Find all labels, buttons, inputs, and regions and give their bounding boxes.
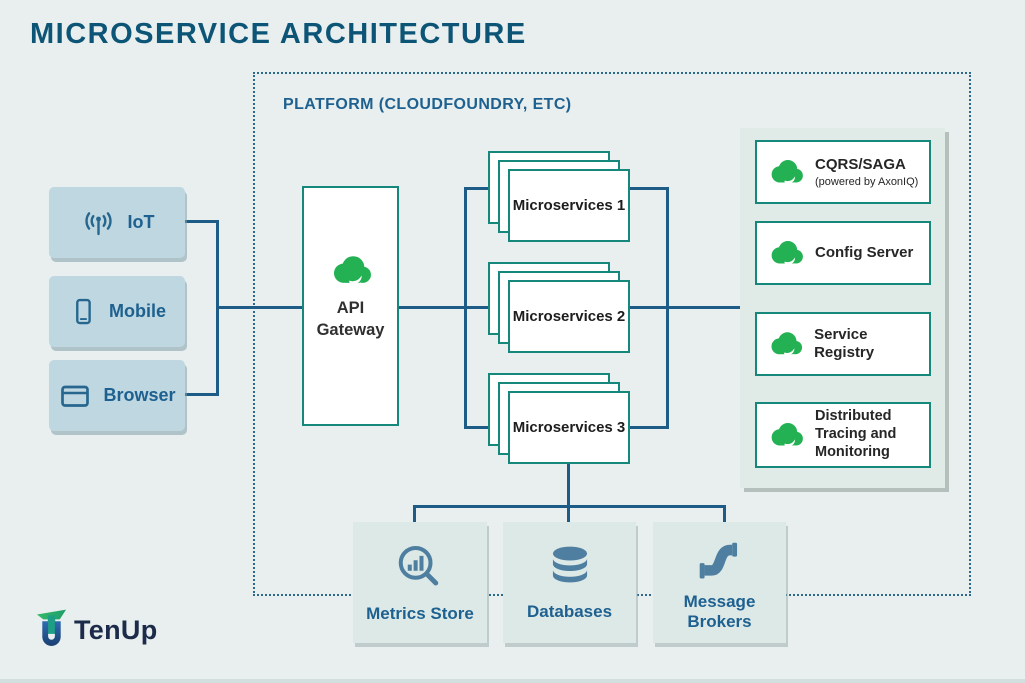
service-card-service-registry: Service Registry [755, 312, 931, 376]
infra-label: Metrics Store [366, 604, 474, 624]
pipe-icon [693, 533, 747, 585]
infra-box-databases: Databases [503, 522, 636, 643]
metrics-magnifier-icon [392, 541, 448, 597]
client-box-iot: IoT [49, 187, 185, 258]
infra-label: Message Brokers [665, 592, 775, 633]
architecture-diagram: MICROSERVICE ARCHITECTURE PLATFORM (CLOU… [0, 0, 1025, 683]
client-box-mobile: Mobile [49, 276, 185, 347]
tenup-logo-text: TenUp [74, 615, 158, 646]
client-label: Mobile [109, 301, 166, 322]
service-title: CQRS/SAGA [815, 156, 918, 174]
service-subtitle: (powered by AxonIQ) [815, 176, 918, 188]
service-card-distributed-tracing: Distributed Tracing and Monitoring [755, 402, 931, 468]
platform-services-panel: CQRS/SAGA (powered by AxonIQ) Config Ser… [740, 128, 945, 488]
service-title: Config Server [815, 244, 913, 262]
cloud-icon [327, 254, 375, 288]
infra-box-message-brokers: Message Brokers [653, 522, 786, 643]
infra-label: Databases [527, 602, 612, 622]
platform-label: PLATFORM (CLOUDFOUNDRY, ETC) [283, 96, 572, 114]
service-card-config-server: Config Server [755, 221, 931, 285]
mobile-phone-icon [68, 296, 98, 328]
connector-browser [185, 393, 219, 396]
microservices-1-label: Microservices 1 [513, 197, 626, 214]
microservices-1-card: Microservices 1 [508, 169, 630, 242]
microservices-2-card: Microservices 2 [508, 280, 630, 353]
api-gateway-label: API Gateway [317, 297, 385, 342]
browser-window-icon [58, 381, 92, 411]
api-gateway-line1: API [317, 297, 385, 319]
connector-stack3-down [567, 462, 570, 508]
client-label: Browser [103, 385, 175, 406]
service-card-cqrs-saga: CQRS/SAGA (powered by AxonIQ) [755, 140, 931, 204]
cloud-icon [766, 239, 806, 268]
api-gateway-line2: Gateway [317, 319, 385, 341]
bottom-edge-divider [0, 679, 1025, 683]
cloud-icon [766, 421, 806, 450]
api-gateway-box: API Gateway [302, 186, 399, 426]
client-box-browser: Browser [49, 360, 185, 431]
page-title: MICROSERVICE ARCHITECTURE [30, 18, 527, 51]
iot-antenna-icon [80, 208, 117, 238]
microservices-3-label: Microservices 3 [513, 419, 626, 436]
cloud-icon [766, 330, 805, 359]
microservices-2-label: Microservices 2 [513, 308, 626, 325]
service-title: Service Registry [814, 326, 929, 363]
connector-clients-to-gateway [216, 306, 304, 309]
connector-microservices-left-vertical [464, 187, 467, 429]
service-title: Distributed Tracing and Monitoring [815, 408, 923, 461]
client-label: IoT [128, 212, 155, 233]
cloud-icon [766, 158, 806, 187]
infra-box-metrics-store: Metrics Store [353, 522, 487, 643]
tenup-logo-mark-icon [36, 606, 67, 654]
microservices-3-card: Microservices 3 [508, 391, 630, 464]
connector-iot [185, 220, 219, 223]
connector-microservices-right-vertical [666, 187, 669, 429]
database-icon [544, 543, 596, 595]
tenup-logo: TenUp [36, 606, 158, 654]
